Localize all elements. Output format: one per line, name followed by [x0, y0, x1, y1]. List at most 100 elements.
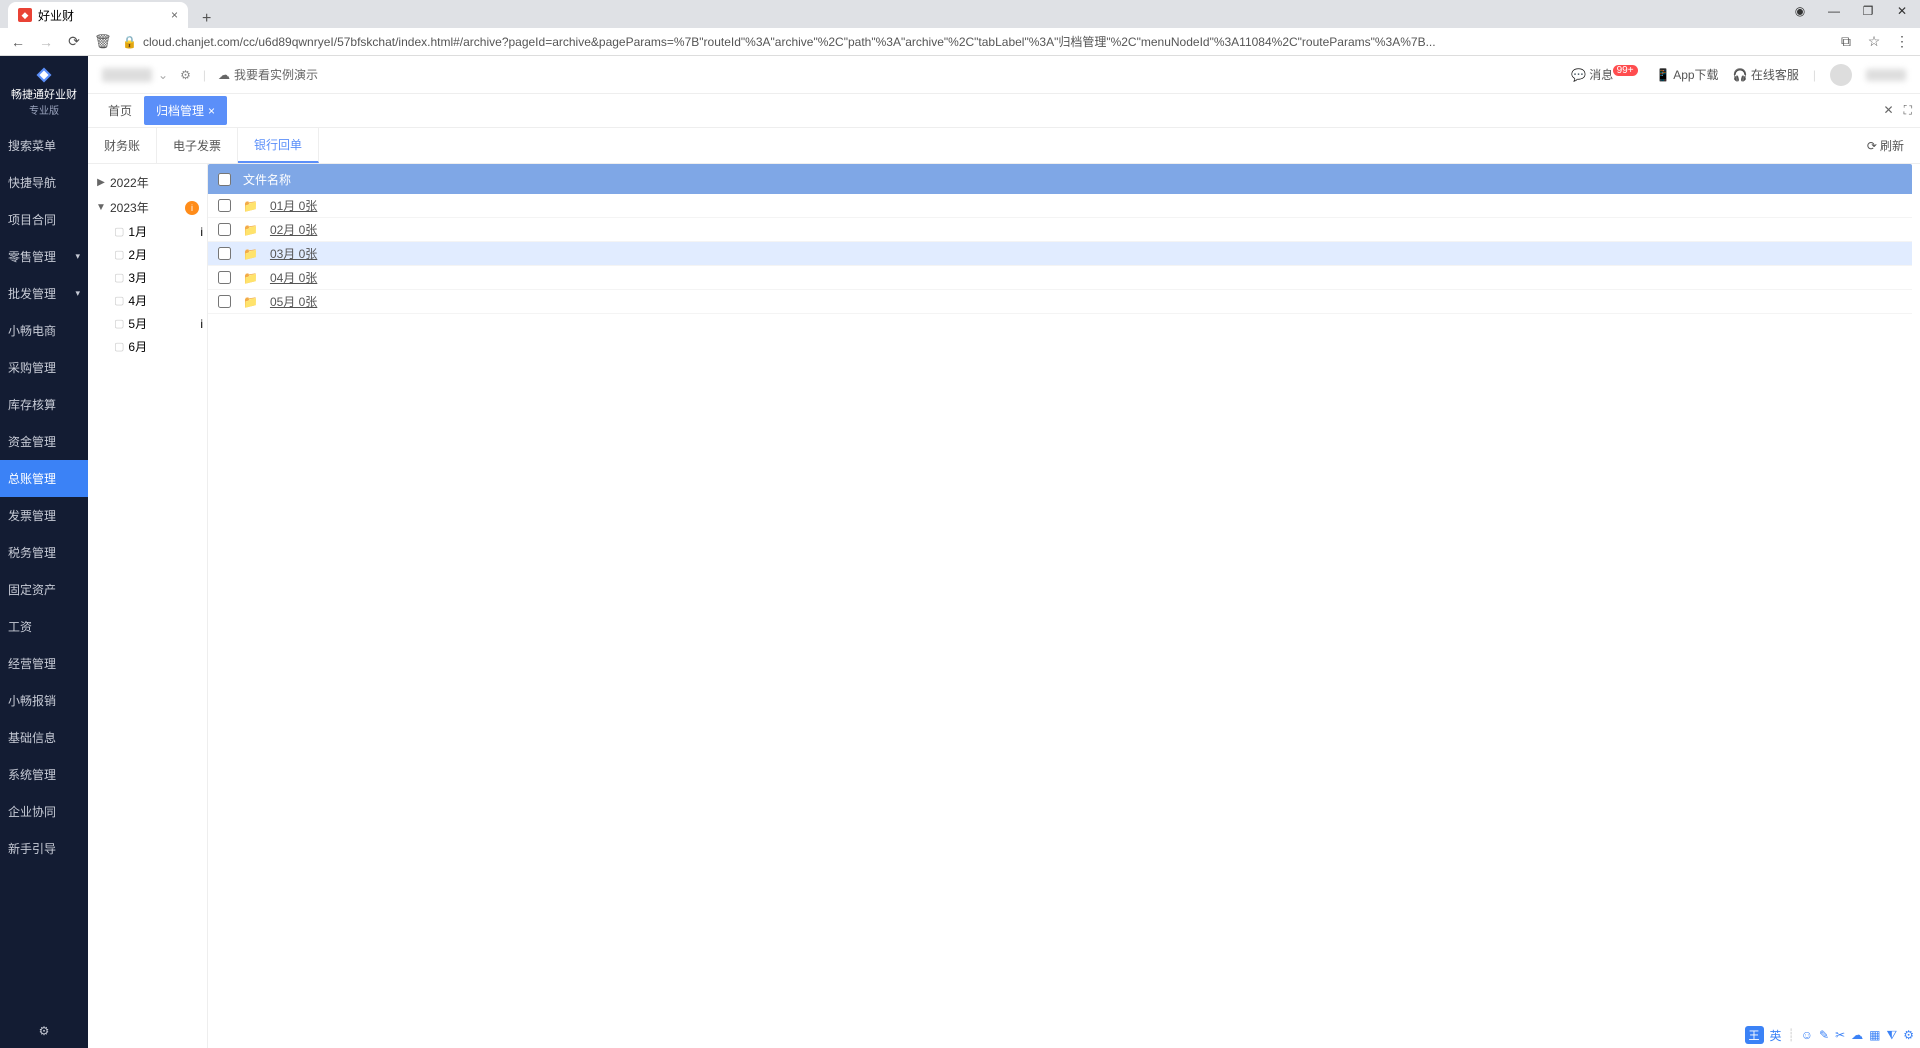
file-link[interactable]: 02月 0张	[270, 221, 317, 238]
ime-badge-1[interactable]: 王	[1745, 1026, 1764, 1044]
app-download-link[interactable]: 📱 App下载	[1656, 66, 1719, 83]
sidebar-item[interactable]: 经营管理	[0, 645, 88, 682]
star-icon[interactable]: ☆	[1866, 33, 1882, 50]
subtab-einvoice[interactable]: 电子发票	[157, 128, 238, 163]
sidebar-item[interactable]: 固定资产	[0, 571, 88, 608]
caret-right-icon: ▶	[96, 177, 106, 188]
close-window-icon[interactable]: ✕	[1892, 4, 1912, 18]
tray-edit-icon[interactable]: ✎	[1819, 1028, 1829, 1042]
close-all-tabs-icon[interactable]: ✕	[1884, 103, 1894, 118]
sidebar-item[interactable]: 项目合同	[0, 201, 88, 238]
maximize-icon[interactable]: ❐	[1858, 4, 1878, 18]
tab-close-icon[interactable]: ×	[171, 8, 178, 22]
tray-smile-icon[interactable]: ☺	[1801, 1028, 1813, 1042]
tree-month[interactable]: ▢4月	[92, 289, 203, 312]
sidebar-item[interactable]: 资金管理	[0, 423, 88, 460]
tab-home[interactable]: 首页	[96, 96, 144, 125]
sidebar-item[interactable]: 工资	[0, 608, 88, 645]
file-link[interactable]: 01月 0张	[270, 197, 317, 214]
year-tree: ▶ 2022年 ▼ 2023年 i ▢1月i▢2月▢3月▢4月▢5月i▢6月	[88, 164, 208, 1048]
message-badge: 99+	[1613, 65, 1638, 76]
tree-month[interactable]: ▢6月	[92, 335, 203, 358]
sidebar-item[interactable]: 基础信息	[0, 719, 88, 756]
header-gear-icon[interactable]: ⚙	[180, 68, 191, 82]
tray-cloud-icon[interactable]: ☁	[1851, 1028, 1863, 1042]
reload-icon[interactable]: ⟳	[66, 33, 82, 50]
tray-down-icon[interactable]: ⧨	[1887, 1028, 1898, 1043]
tray-image-icon[interactable]: ▦	[1869, 1028, 1880, 1042]
tree-month[interactable]: ▢5月i	[92, 312, 203, 335]
table-row[interactable]: 📁 04月 0张	[208, 266, 1912, 290]
account-icon[interactable]: ◉	[1790, 4, 1810, 18]
alert-dot-icon: i	[185, 201, 199, 215]
row-checkbox[interactable]	[218, 223, 231, 236]
sidebar-item[interactable]: 企业协同	[0, 793, 88, 830]
subtab-finance[interactable]: 财务账	[88, 128, 157, 163]
tray-separator: ┊	[1788, 1028, 1795, 1042]
sidebar-item[interactable]: 采购管理	[0, 349, 88, 386]
tree-month[interactable]: ▢1月i	[92, 220, 203, 243]
company-selector[interactable]: ⌄	[102, 68, 168, 82]
avatar[interactable]	[1830, 64, 1852, 86]
tab-close-icon[interactable]: ×	[208, 104, 215, 118]
row-checkbox[interactable]	[218, 295, 231, 308]
ime-badge-2[interactable]: 英	[1770, 1027, 1782, 1044]
file-link[interactable]: 03月 0张	[270, 245, 317, 262]
fullscreen-icon[interactable]: ⛶	[1904, 103, 1912, 118]
file-table-header: 文件名称	[208, 164, 1912, 194]
browser-tab[interactable]: ◆ 好业财 ×	[8, 2, 188, 28]
tree-month[interactable]: ▢2月	[92, 243, 203, 266]
row-checkbox[interactable]	[218, 247, 231, 260]
subtab-bankreceipt[interactable]: 银行回单	[238, 128, 319, 163]
tree-year-2023[interactable]: ▼ 2023年 i	[92, 195, 203, 220]
settings-gear-icon[interactable]: ⚙	[0, 1014, 88, 1048]
sidebar-item[interactable]: 库存核算	[0, 386, 88, 423]
refresh-button[interactable]: ⟳ 刷新	[1867, 137, 1920, 154]
folder-icon: ▢	[114, 248, 124, 261]
tray-cut-icon[interactable]: ✂	[1835, 1028, 1845, 1042]
back-icon[interactable]: ←	[10, 34, 26, 50]
sidebar-item[interactable]: 零售管理▾	[0, 238, 88, 275]
file-link[interactable]: 05月 0张	[270, 293, 317, 310]
trash-icon[interactable]: 🗑	[94, 33, 110, 50]
row-checkbox[interactable]	[218, 271, 231, 284]
chevron-down-icon: ▾	[75, 251, 80, 262]
tree-month[interactable]: ▢3月	[92, 266, 203, 289]
sidebar-item[interactable]: 搜索菜单	[0, 127, 88, 164]
sidebar-item[interactable]: 税务管理	[0, 534, 88, 571]
new-tab-button[interactable]: +	[196, 10, 217, 28]
lock-icon: 🔒	[122, 35, 137, 49]
sidebar-item[interactable]: 小畅报销	[0, 682, 88, 719]
sidebar-item[interactable]: 系统管理	[0, 756, 88, 793]
forward-icon[interactable]: →	[38, 34, 54, 50]
sidebar-item[interactable]: 批发管理▾	[0, 275, 88, 312]
sidebar-item[interactable]: 小畅电商	[0, 312, 88, 349]
row-checkbox[interactable]	[218, 199, 231, 212]
sidebar-item[interactable]: 快捷导航	[0, 164, 88, 201]
folder-icon: 📁	[243, 223, 258, 237]
tab-archive[interactable]: 归档管理×	[144, 96, 227, 125]
sidebar-item[interactable]: 新手引导	[0, 830, 88, 867]
table-row[interactable]: 📁 02月 0张	[208, 218, 1912, 242]
table-row[interactable]: 📁 03月 0张	[208, 242, 1912, 266]
sidebar: 畅捷通好业财 专业版 搜索菜单快捷导航项目合同零售管理▾批发管理▾小畅电商采购管…	[0, 56, 88, 1048]
select-all-checkbox[interactable]	[218, 173, 231, 186]
online-service-link[interactable]: 🎧 在线客服	[1733, 66, 1799, 83]
messages-link[interactable]: 💬 消息 99+	[1571, 66, 1642, 83]
file-link[interactable]: 04月 0张	[270, 269, 317, 286]
folder-icon: 📁	[243, 271, 258, 285]
sidebar-item[interactable]: 总账管理	[0, 460, 88, 497]
minimize-icon[interactable]: —	[1824, 4, 1844, 18]
tray-gear-icon[interactable]: ⚙	[1903, 1028, 1914, 1042]
demo-link[interactable]: ☁ 我要看实例演示	[218, 66, 318, 83]
table-row[interactable]: 📁01月 0张	[208, 194, 1912, 218]
kebab-menu-icon[interactable]: ⋮	[1894, 33, 1910, 50]
table-row[interactable]: 📁05月 0张	[208, 290, 1912, 314]
sidebar-item[interactable]: 发票管理	[0, 497, 88, 534]
address-bar[interactable]: 🔒 cloud.chanjet.com/cc/u6d89qwnryeI/57bf…	[122, 33, 1826, 50]
folder-icon: ▢	[114, 294, 124, 307]
headset-icon: 🎧	[1733, 68, 1748, 82]
folder-icon: 📁	[243, 247, 258, 261]
tree-year-2022[interactable]: ▶ 2022年	[92, 170, 203, 195]
install-app-icon[interactable]: ⧉	[1838, 33, 1854, 50]
